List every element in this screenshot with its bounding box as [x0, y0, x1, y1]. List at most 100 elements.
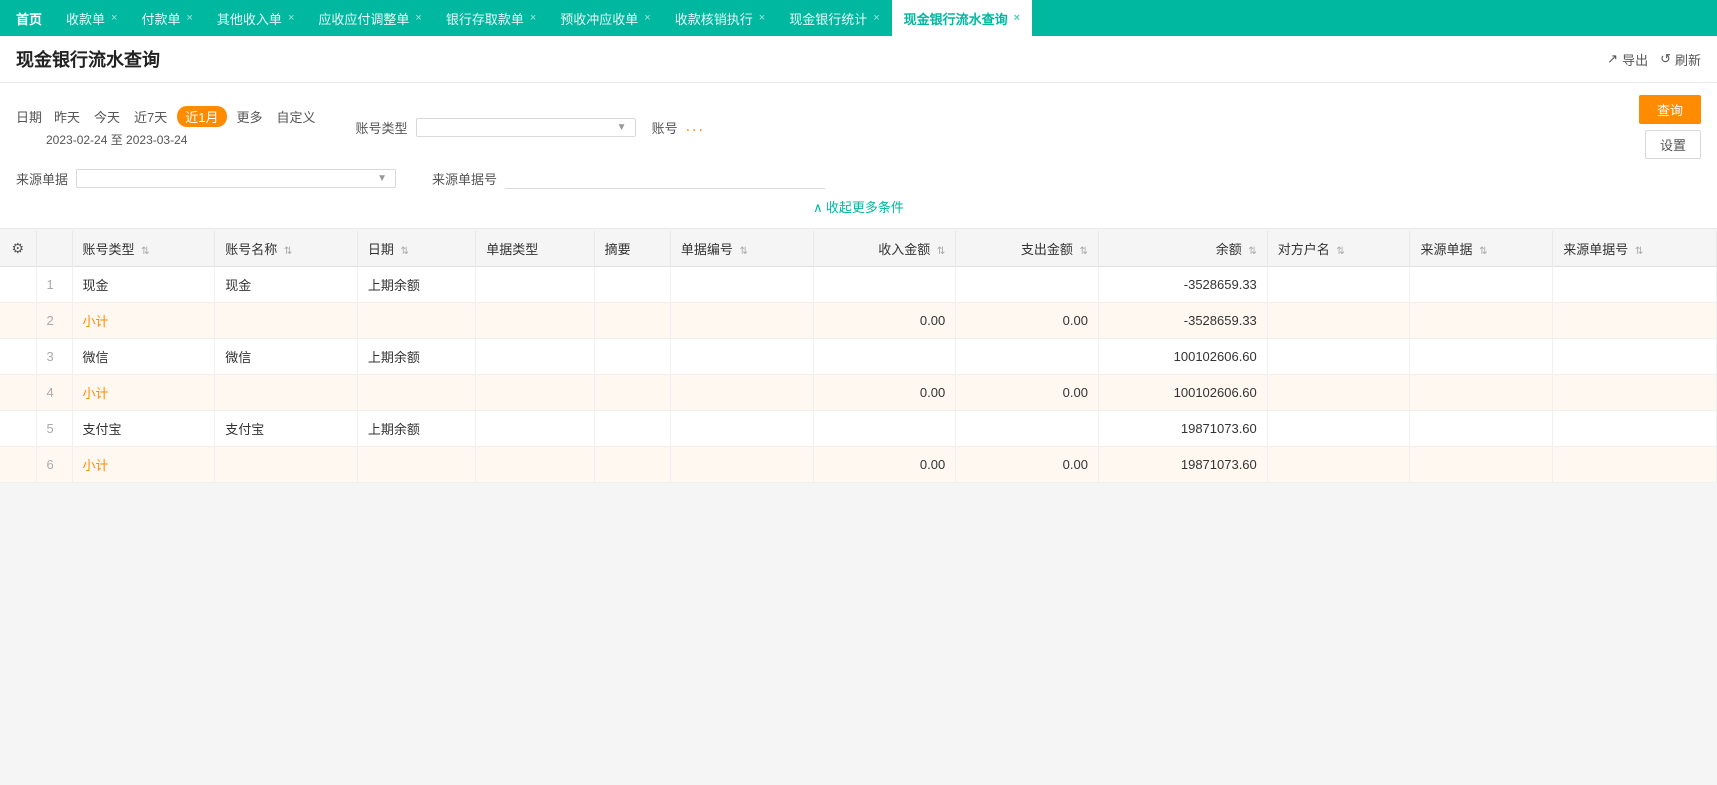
close-icon[interactable]: × [288, 12, 294, 24]
cell-num: 1 [36, 267, 72, 303]
th-date[interactable]: 日期 ⇅ [357, 231, 475, 267]
cell-summary [594, 303, 670, 339]
nav-tab-cash-bank-stat[interactable]: 现金银行统计× [777, 0, 891, 36]
th-balance[interactable]: 余额 ⇅ [1098, 231, 1267, 267]
th-counterpart[interactable]: 对方户名 ⇅ [1267, 231, 1410, 267]
shortcut-yesterday[interactable]: 昨天 [50, 106, 84, 127]
nav-tab-other-income[interactable]: 其他收入单× [205, 0, 306, 36]
close-icon[interactable]: × [186, 12, 192, 24]
filter-area: 日期 昨天 今天 近7天 近1月 更多 自定义 2023-02-24 至 202… [0, 83, 1717, 229]
cell-account-name [215, 375, 358, 411]
close-icon[interactable]: × [873, 12, 879, 24]
cell-source-doc [1410, 339, 1553, 375]
page-header: 现金银行流水查询 ↗ 导出 ↺ 刷新 [0, 36, 1717, 83]
close-icon[interactable]: × [759, 12, 765, 24]
cell-doc-type [476, 339, 594, 375]
cell-date: 上期余额 [357, 411, 475, 447]
table-row: 5支付宝支付宝上期余额19871073.60 [0, 411, 1717, 447]
shortcut-1month[interactable]: 近1月 [177, 106, 226, 127]
close-icon[interactable]: × [530, 12, 536, 24]
cell-doc-type [476, 303, 594, 339]
cell-checkbox [0, 267, 36, 303]
query-button[interactable]: 查询 [1639, 95, 1701, 124]
nav-tab-prepay-offset[interactable]: 预收冲应收单× [548, 0, 662, 36]
table-body: 1现金现金上期余额-3528659.332小计0.000.00-3528659.… [0, 267, 1717, 483]
cell-doc-type [476, 447, 594, 483]
th-source-doc-label: 来源单据 [1420, 242, 1472, 257]
data-table: ⚙ 账号类型 ⇅ 账号名称 ⇅ 日期 ⇅ 单据类型 [0, 231, 1717, 483]
table-row: 6小计0.000.0019871073.60 [0, 447, 1717, 483]
table-row: 3微信微信上期余额100102606.60 [0, 339, 1717, 375]
th-source-doc[interactable]: 来源单据 ⇅ [1410, 231, 1553, 267]
nav-tab-receipt[interactable]: 收款单× [54, 0, 129, 36]
cell-checkbox [0, 411, 36, 447]
th-doc-no[interactable]: 单据编号 ⇅ [670, 231, 813, 267]
cell-doc-type [476, 411, 594, 447]
th-doc-no-label: 单据编号 [681, 242, 733, 257]
export-button[interactable]: ↗ 导出 [1607, 50, 1648, 69]
cell-date: 上期余额 [357, 267, 475, 303]
th-account-type[interactable]: 账号类型 ⇅ [72, 231, 215, 267]
cell-income [813, 339, 956, 375]
settings-button[interactable]: 设置 [1645, 130, 1701, 159]
th-account-name[interactable]: 账号名称 ⇅ [215, 231, 358, 267]
th-account-name-label: 账号名称 [225, 242, 277, 257]
nav-tab-cash-bank-query[interactable]: 现金银行流水查询× [892, 0, 1032, 36]
cell-summary [594, 447, 670, 483]
nav-tab-payment[interactable]: 付款单× [129, 0, 204, 36]
source-doc-no-input[interactable] [505, 167, 825, 189]
nav-tab-bank-deposit[interactable]: 银行存取款单× [434, 0, 548, 36]
close-icon[interactable]: × [644, 12, 650, 24]
cell-summary [594, 267, 670, 303]
cell-source-doc [1410, 303, 1553, 339]
cell-counterpart [1267, 267, 1410, 303]
close-icon[interactable]: × [1014, 12, 1020, 24]
th-source-doc-no[interactable]: 来源单据号 ⇅ [1553, 231, 1717, 267]
th-income[interactable]: 收入金额 ⇅ [813, 231, 956, 267]
shortcut-more[interactable]: 更多 [233, 106, 267, 127]
th-expense[interactable]: 支出金额 ⇅ [956, 231, 1099, 267]
cell-source-doc-no [1553, 411, 1717, 447]
th-source-doc-no-label: 来源单据号 [1563, 242, 1628, 257]
cell-source-doc-no [1553, 339, 1717, 375]
close-icon[interactable]: × [111, 12, 117, 24]
refresh-button[interactable]: ↺ 刷新 [1660, 50, 1701, 69]
nav-tab-home[interactable]: 首页 [4, 0, 54, 36]
sort-icon-income: ⇅ [937, 246, 945, 257]
filter-right-actions: 查询 设置 [1639, 95, 1701, 159]
source-doc-select[interactable]: ▼ [76, 169, 396, 188]
shortcut-custom[interactable]: 自定义 [273, 106, 320, 127]
th-row-num [36, 231, 72, 267]
refresh-icon: ↺ [1660, 51, 1671, 67]
account-type-select[interactable]: ▼ [416, 118, 636, 137]
shortcut-today[interactable]: 今天 [90, 106, 124, 127]
cell-date [357, 375, 475, 411]
date-shortcuts: 昨天 今天 近7天 近1月 更多 自定义 [50, 106, 320, 127]
collapse-bar[interactable]: ∧ 收起更多条件 [16, 193, 1701, 220]
export-icon: ↗ [1607, 51, 1618, 67]
cell-balance: 19871073.60 [1098, 411, 1267, 447]
collapse-label: 收起更多条件 [826, 200, 904, 215]
cell-doc-no [670, 267, 813, 303]
cell-doc-no [670, 411, 813, 447]
gear-icon[interactable]: ⚙ [11, 240, 24, 256]
cell-expense: 0.00 [956, 447, 1099, 483]
cell-account-type: 支付宝 [72, 411, 215, 447]
nav-tab-ar-ap-adjust[interactable]: 应收应付调整单× [306, 0, 433, 36]
sort-icon-source-doc-no: ⇅ [1635, 246, 1643, 257]
close-icon[interactable]: × [415, 12, 421, 24]
cell-source-doc [1410, 267, 1553, 303]
page-title: 现金银行流水查询 [16, 46, 160, 72]
collapse-icon: ∧ [813, 200, 823, 215]
nav-tab-receipt-verify[interactable]: 收款核销执行× [663, 0, 777, 36]
shortcut-7days[interactable]: 近7天 [130, 106, 171, 127]
cell-account-name: 微信 [215, 339, 358, 375]
account-type-label: 账号类型 [356, 118, 408, 137]
cell-num: 6 [36, 447, 72, 483]
account-dots[interactable]: ... [686, 118, 705, 136]
sort-icon-account-name: ⇅ [284, 246, 292, 257]
cell-doc-no [670, 339, 813, 375]
sort-icon-account-type: ⇅ [141, 246, 149, 257]
table-row: 1现金现金上期余额-3528659.33 [0, 267, 1717, 303]
table-settings-col[interactable]: ⚙ [0, 231, 36, 267]
